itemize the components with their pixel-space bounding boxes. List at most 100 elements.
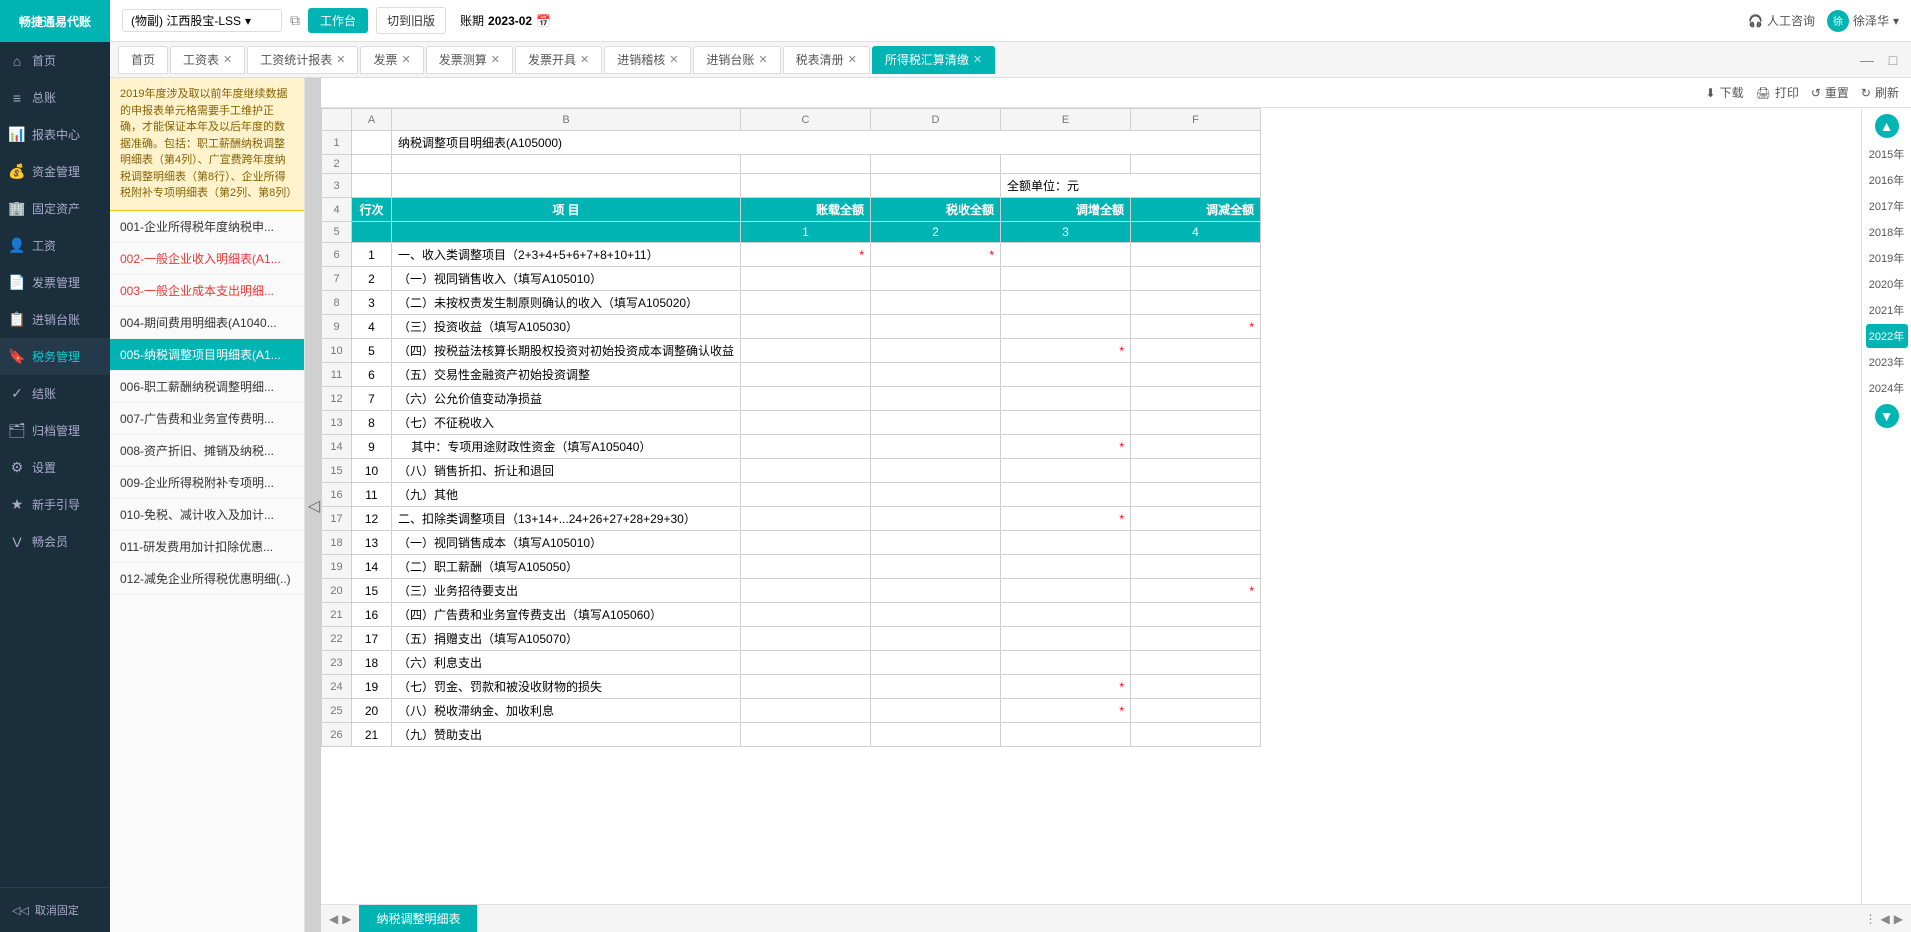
form-item-006[interactable]: 006-职工薪酬纳税调整明细... [110,371,304,403]
col-header-row [322,109,352,131]
table-row-header: 4 行次 项 目 账载全额 税收全额 调增全额 调减全额 [322,198,1261,222]
switch-old-button[interactable]: 切到旧版 [376,7,446,34]
workbench-button[interactable]: 工作台 [308,8,368,33]
tab-close-salary-report[interactable]: ✕ [336,53,345,66]
tab-close-invoice-open[interactable]: ✕ [580,53,589,66]
tab-close-income-tax[interactable]: ✕ [973,53,982,66]
year-2021[interactable]: 2021年 [1866,298,1908,322]
year-2020[interactable]: 2020年 [1866,272,1908,296]
sheet-container[interactable]: A B C D E F 1 [321,108,1861,904]
tab-input-ledger[interactable]: 进销台账✕ [693,46,780,74]
table-row-subheader: 5 1 2 3 4 [322,222,1261,243]
print-button[interactable]: 🖨 打印 [1756,84,1799,101]
tab-home[interactable]: 首页 [118,46,168,74]
year-2016[interactable]: 2016年 [1866,168,1908,192]
sidebar-item-invoice-mgmt[interactable]: 📄 发票管理 [0,264,110,301]
year-scroll-up[interactable]: ▲ [1875,114,1899,138]
sheet-nav-right[interactable]: ▶ [342,912,351,926]
table-row: 7 2 （一）视同销售收入（填写A105010） [322,267,1261,291]
download-icon: ⬇ [1706,86,1716,100]
sidebar-item-asset-mgmt[interactable]: 💰 资金管理 [0,153,110,190]
unfix-button[interactable]: ◁◁ 取消固定 [8,896,102,924]
year-2024[interactable]: 2024年 [1866,376,1908,400]
main-area: (物副) 江西股宝-LSS ▾ ⧉ 工作台 切到旧版 账期 2023-02 📅 … [110,0,1911,932]
sidebar-item-ledger[interactable]: ≡ 总账 [0,79,110,116]
sidebar-item-archive[interactable]: 🗂 归档管理 [0,412,110,449]
tab-close-invoice[interactable]: ✕ [402,53,411,66]
table-row: 16 11 （九）其他 [322,483,1261,507]
form-item-012[interactable]: 012-减免企业所得税优惠明细(..) [110,563,304,595]
form-item-002[interactable]: 002-一般企业收入明细表(A1... [110,243,304,275]
spreadsheet-panel: ⬇ 下载 🖨 打印 ↺ 重置 ↻ 刷新 [321,78,1911,932]
table-row: 3 全额单位：元 [322,174,1261,198]
year-scroller: ▲ 2015年 2016年 2017年 2018年 2019年 2020年 20… [1861,108,1911,904]
sheet-nav-left[interactable]: ◀ [329,912,338,926]
table-row: 8 3 （二）未按权责发生制原则确认的收入（填写A105020） [322,291,1261,315]
refresh-button[interactable]: ↻ 刷新 [1861,84,1899,101]
home-icon: ⌂ [8,53,26,69]
tab-salary[interactable]: 工资表✕ [170,46,245,74]
maximize-button[interactable]: □ [1883,50,1903,70]
print-icon: 🖨 [1756,86,1771,100]
chevron-down-icon: ▾ [245,14,251,28]
content-area: 2019年度涉及取以前年度继续数据的申报表单元格需要手工维护正确，才能保证本年及… [110,78,1911,932]
form-item-011[interactable]: 011-研发费用加计扣除优惠... [110,531,304,563]
form-item-004[interactable]: 004-期间费用明细表(A1040... [110,307,304,339]
tab-salary-report[interactable]: 工资统计报表✕ [247,46,358,74]
minimize-button[interactable]: — [1857,50,1877,70]
sheet-table: A B C D E F 1 [321,108,1261,747]
col-header-E: E [1001,109,1131,131]
form-item-005[interactable]: 005-纳税调整项目明细表(A1... [110,339,304,371]
collapse-panel-button[interactable]: ◁ [305,78,321,932]
tab-close-invoice-calc[interactable]: ✕ [491,53,500,66]
sidebar-item-report[interactable]: 📊 报表中心 [0,116,110,153]
tab-close-tax-clear[interactable]: ✕ [848,53,857,66]
form-item-003[interactable]: 003-一般企业成本支出明细... [110,275,304,307]
tab-invoice-calc[interactable]: 发票测算✕ [426,46,513,74]
sidebar-item-tax-mgmt[interactable]: 🔖 税务管理 [0,338,110,375]
copy-icon[interactable]: ⧉ [290,12,300,29]
company-select[interactable]: (物副) 江西股宝-LSS ▾ [122,9,282,32]
sidebar: 畅捷通易代账 ⌂ 首页 ≡ 总账 📊 报表中心 💰 资金管理 🏢 固定资产 👤 … [0,0,110,932]
form-item-007[interactable]: 007-广告费和业务宣传费明... [110,403,304,435]
year-2022[interactable]: 2022年 [1866,324,1908,348]
reset-button[interactable]: ↺ 重置 [1811,84,1849,101]
tab-close-input-check[interactable]: ✕ [669,53,678,66]
table-row: 2 [322,155,1261,174]
year-2019[interactable]: 2019年 [1866,246,1908,270]
form-item-001[interactable]: 001-企业所得税年度纳税申... [110,211,304,243]
form-item-009[interactable]: 009-企业所得税附补专项明... [110,467,304,499]
year-2018[interactable]: 2018年 [1866,220,1908,244]
sidebar-item-home[interactable]: ⌂ 首页 [0,42,110,79]
tab-close-input-ledger[interactable]: ✕ [758,53,767,66]
sidebar-item-input-ledger[interactable]: 📋 进销台账 [0,301,110,338]
archive-icon: 🗂 [8,422,26,439]
form-item-010[interactable]: 010-免税、减计收入及加计... [110,499,304,531]
year-2015[interactable]: 2015年 [1866,142,1908,166]
tab-invoice[interactable]: 发票✕ [360,46,423,74]
table-row: 10 5 （四）按税益法核算长期股权投资对初始投资成本调整确认收益 * [322,339,1261,363]
sidebar-item-vip[interactable]: V 畅会员 [0,523,110,560]
sidebar-item-settings[interactable]: ⚙ 设置 [0,449,110,486]
calendar-icon[interactable]: 📅 [536,14,551,28]
sidebar-item-guide[interactable]: ★ 新手引导 [0,486,110,523]
year-scroll-down[interactable]: ▼ [1875,404,1899,428]
user-menu[interactable]: 徐 徐泽华 ▾ [1827,10,1899,32]
form-item-008[interactable]: 008-资产折旧、摊销及纳税... [110,435,304,467]
tab-input-check[interactable]: 进销稽核✕ [604,46,691,74]
sheet-tab-main[interactable]: 纳税调整明细表 [359,905,477,932]
tab-close-salary[interactable]: ✕ [223,53,232,66]
tab-income-tax[interactable]: 所得税汇算清缴✕ [872,46,995,74]
sidebar-item-checkout[interactable]: ✓ 结账 [0,375,110,412]
download-button[interactable]: ⬇ 下载 [1706,84,1744,101]
table-row: 22 17 （五）捐赠支出（填写A105070） [322,627,1261,651]
col-header-D: D [871,109,1001,131]
year-2017[interactable]: 2017年 [1866,194,1908,218]
year-2023[interactable]: 2023年 [1866,350,1908,374]
sidebar-item-fixed-asset[interactable]: 🏢 固定资产 [0,190,110,227]
service-button[interactable]: 🎧 人工咨询 [1748,12,1815,29]
tab-tax-clear[interactable]: 税表清册✕ [783,46,870,74]
tab-invoice-open[interactable]: 发票开具✕ [515,46,602,74]
col-header-B: B [392,109,741,131]
sidebar-item-salary[interactable]: 👤 工资 [0,227,110,264]
